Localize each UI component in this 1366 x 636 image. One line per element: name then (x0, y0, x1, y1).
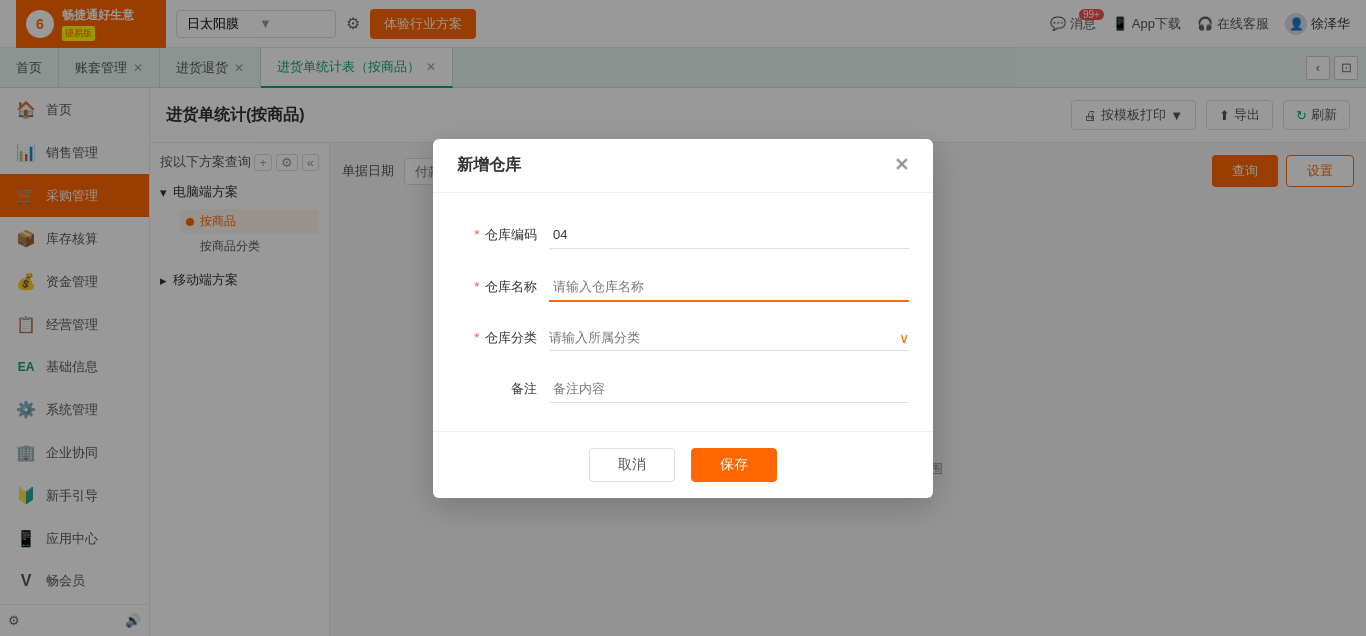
name-input[interactable] (549, 273, 909, 302)
form-row-name: * 仓库名称 (457, 273, 909, 302)
required-star-name: * (474, 279, 479, 294)
modal-body: * 仓库编码 * 仓库名称 * 仓库分类 (433, 193, 933, 431)
cancel-button[interactable]: 取消 (589, 448, 675, 482)
category-select-wrapper: ∨ (549, 326, 909, 351)
add-warehouse-modal: 新增仓库 ✕ * 仓库编码 * 仓库名称 (433, 139, 933, 498)
required-star-category: * (474, 330, 479, 345)
save-button[interactable]: 保存 (691, 448, 777, 482)
remark-label: 备注 (457, 380, 537, 398)
modal-header: 新增仓库 ✕ (433, 139, 933, 193)
form-row-category: * 仓库分类 ∨ (457, 326, 909, 351)
form-row-code: * 仓库编码 (457, 221, 909, 249)
category-select-input[interactable] (549, 330, 899, 345)
name-label: * 仓库名称 (457, 278, 537, 296)
modal-close-button[interactable]: ✕ (894, 156, 909, 174)
category-dropdown-icon[interactable]: ∨ (899, 330, 909, 346)
modal-title: 新增仓库 (457, 155, 521, 176)
required-star-code: * (474, 227, 479, 242)
form-row-remark: 备注 (457, 375, 909, 403)
category-label: * 仓库分类 (457, 329, 537, 347)
code-input[interactable] (549, 221, 909, 249)
modal-footer: 取消 保存 (433, 431, 933, 498)
code-label: * 仓库编码 (457, 226, 537, 244)
modal-overlay: 新增仓库 ✕ * 仓库编码 * 仓库名称 (0, 0, 1366, 636)
remark-input[interactable] (549, 375, 909, 403)
